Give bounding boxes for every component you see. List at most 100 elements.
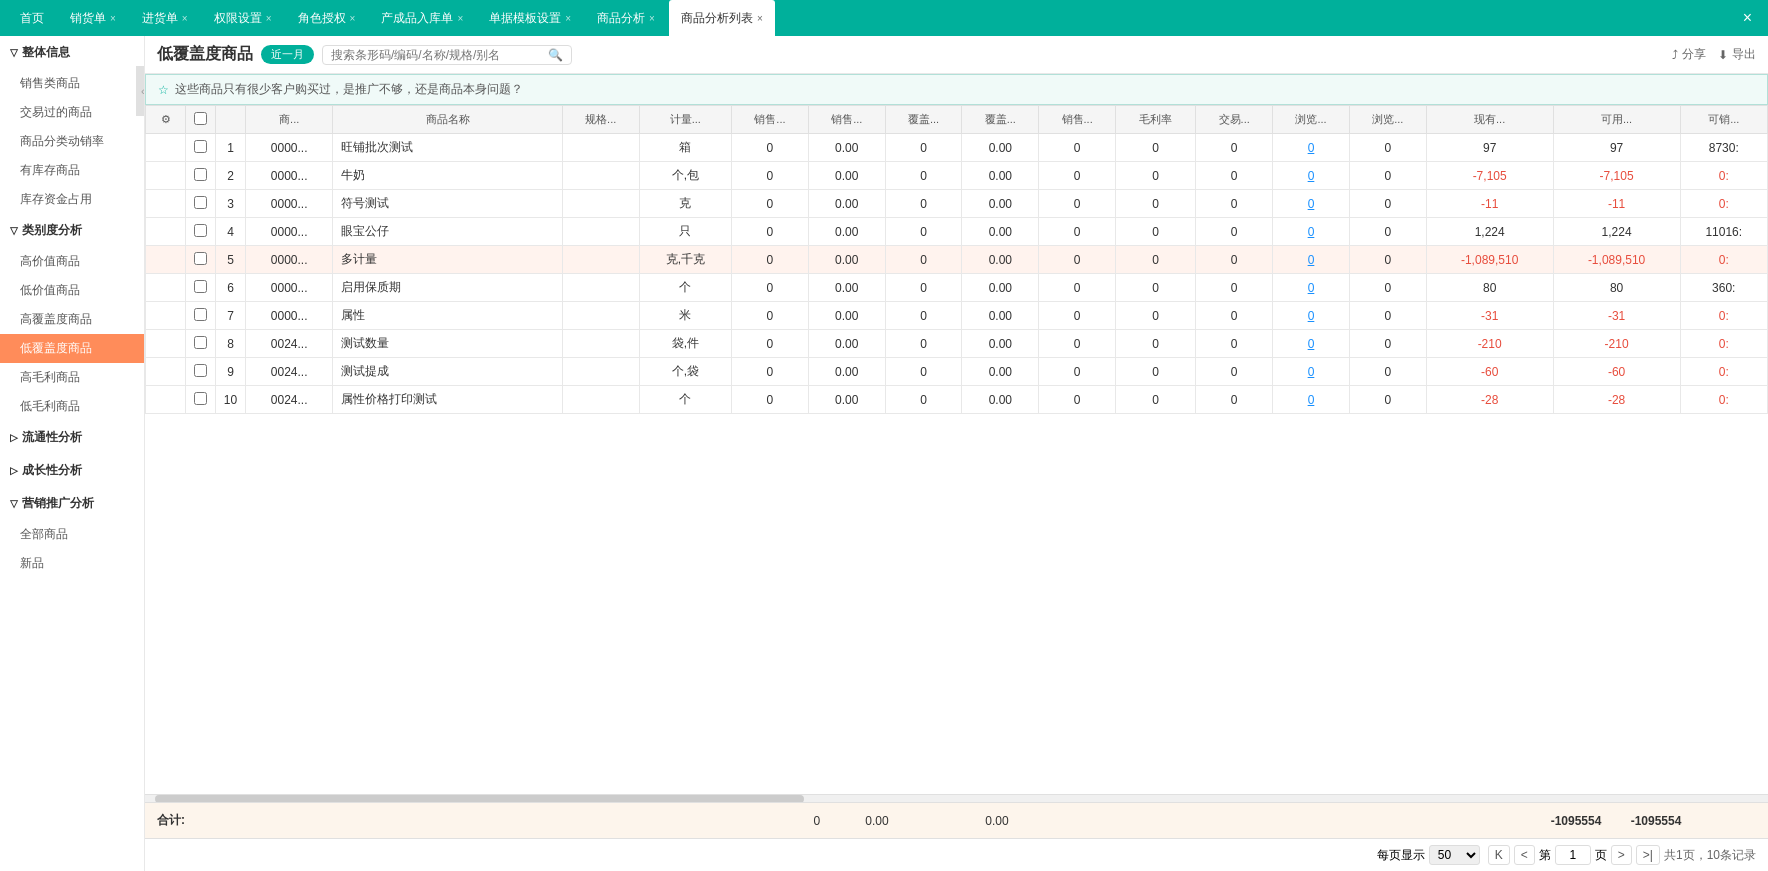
cell-checkbox[interactable] [186,302,216,330]
sidebar-section-growth[interactable]: ▷ 成长性分析 [0,454,144,487]
data-table-container[interactable]: ⚙ 商... 商品名称 规格... 计量... 销售... 销售... 覆盖..… [145,105,1768,794]
sidebar-section-liquidity[interactable]: ▷ 流通性分析 [0,421,144,454]
col-sellable-header[interactable]: 可销... [1680,106,1767,134]
row-checkbox[interactable] [194,168,207,181]
nav-home[interactable]: 首页 [8,0,56,36]
sidebar-item-low-margin[interactable]: 低毛利商品 [0,392,144,421]
cell-view1[interactable]: 0 [1273,246,1350,274]
row-checkbox[interactable] [194,308,207,321]
sidebar-item-category-rate[interactable]: 商品分类动销率 [0,127,144,156]
nav-warehouse-close[interactable]: × [457,13,463,24]
col-cover1-header[interactable]: 覆盖... [885,106,962,134]
cell-sellable: 0: [1680,190,1767,218]
nav-analysis[interactable]: 商品分析 × [585,0,667,36]
cell-checkbox[interactable] [186,358,216,386]
footer-available: -1095554 [1616,814,1696,828]
col-view2-header[interactable]: 浏览... [1349,106,1426,134]
sidebar-item-high-coverage[interactable]: 高覆盖度商品 [0,305,144,334]
row-checkbox[interactable] [194,280,207,293]
sidebar-item-sales-goods[interactable]: 销售类商品 [0,69,144,98]
nav-template-close[interactable]: × [565,13,571,24]
cell-view1[interactable]: 0 [1273,330,1350,358]
sidebar-section-category[interactable]: ▽ 类别度分析 [0,214,144,247]
cell-checkbox[interactable] [186,386,216,414]
nav-purchase-close[interactable]: × [182,13,188,24]
sidebar-collapse-btn[interactable]: « [136,66,145,116]
sidebar-section-marketing[interactable]: ▽ 营销推广分析 [0,487,144,520]
cell-view1[interactable]: 0 [1273,190,1350,218]
cell-checkbox[interactable] [186,134,216,162]
row-checkbox[interactable] [194,196,207,209]
sidebar-item-stocked-goods[interactable]: 有库存商品 [0,156,144,185]
row-checkbox[interactable] [194,140,207,153]
sidebar-item-high-value[interactable]: 高价值商品 [0,247,144,276]
col-sales3-header[interactable]: 销售... [1039,106,1116,134]
nav-permission-close[interactable]: × [266,13,272,24]
cell-view1[interactable]: 0 [1273,162,1350,190]
sidebar-item-all-goods[interactable]: 全部商品 [0,520,144,549]
row-checkbox[interactable] [194,364,207,377]
cell-checkbox[interactable] [186,162,216,190]
page-number-input[interactable] [1555,845,1591,865]
nav-warehouse[interactable]: 产成品入库单 × [369,0,475,36]
page-size-dropdown[interactable]: 50 20 100 [1429,845,1480,865]
cell-view1[interactable]: 0 [1273,302,1350,330]
select-all-checkbox[interactable] [194,112,207,125]
sidebar-item-low-value[interactable]: 低价值商品 [0,276,144,305]
cell-checkbox[interactable] [186,246,216,274]
export-button[interactable]: ⬇ 导出 [1718,46,1756,63]
sidebar-item-stock-capital[interactable]: 库存资金占用 [0,185,144,214]
row-checkbox[interactable] [194,392,207,405]
share-button[interactable]: ⤴ 分享 [1672,46,1706,63]
nav-role-close[interactable]: × [350,13,356,24]
cell-checkbox[interactable] [186,190,216,218]
nav-analysis-close[interactable]: × [649,13,655,24]
row-checkbox[interactable] [194,336,207,349]
col-sales-qty-header[interactable]: 销售... [732,106,809,134]
cell-view1[interactable]: 0 [1273,134,1350,162]
nav-analysis-list[interactable]: 商品分析列表 × [669,0,775,36]
cell-view1[interactable]: 0 [1273,386,1350,414]
sidebar-item-new-goods[interactable]: 新品 [0,549,144,578]
sidebar-item-high-margin[interactable]: 高毛利商品 [0,363,144,392]
nav-permission[interactable]: 权限设置 × [202,0,284,36]
col-name-header[interactable]: 商品名称 [333,106,562,134]
cell-view1[interactable]: 0 [1273,218,1350,246]
col-margin-header[interactable]: 毛利率 [1116,106,1196,134]
sidebar-section-general[interactable]: ▽ 整体信息 [0,36,144,69]
col-spec-header[interactable]: 规格... [562,106,639,134]
nav-analysis-list-close[interactable]: × [757,13,763,24]
nav-sales-close[interactable]: × [110,13,116,24]
scrollbar-track[interactable] [145,794,1768,802]
col-available-header[interactable]: 可用... [1553,106,1680,134]
nav-purchase[interactable]: 进货单 × [130,0,200,36]
prev-page-btn[interactable]: < [1514,845,1535,865]
col-stock-header[interactable]: 现有... [1426,106,1553,134]
col-trade-header[interactable]: 交易... [1196,106,1273,134]
row-checkbox[interactable] [194,252,207,265]
cell-checkbox[interactable] [186,274,216,302]
cell-code: 0024... [246,358,333,386]
row-checkbox[interactable] [194,224,207,237]
col-view1-header[interactable]: 浏览... [1273,106,1350,134]
nav-sales[interactable]: 销货单 × [58,0,128,36]
nav-close-all[interactable]: × [1735,9,1760,27]
nav-template[interactable]: 单据模板设置 × [477,0,583,36]
sidebar-item-traded-goods[interactable]: 交易过的商品 [0,98,144,127]
period-button[interactable]: 近一月 [261,45,314,64]
col-cover2-header[interactable]: 覆盖... [962,106,1039,134]
next-page-btn[interactable]: > [1611,845,1632,865]
col-code-header[interactable]: 商... [246,106,333,134]
cell-view1[interactable]: 0 [1273,358,1350,386]
search-input[interactable] [331,48,544,62]
first-page-btn[interactable]: K [1488,845,1510,865]
nav-role[interactable]: 角色授权 × [286,0,368,36]
sidebar-item-low-coverage[interactable]: 低覆盖度商品 [0,334,144,363]
cell-view1[interactable]: 0 [1273,274,1350,302]
last-page-btn[interactable]: >| [1636,845,1660,865]
col-settings[interactable]: ⚙ [146,106,186,134]
cell-checkbox[interactable] [186,330,216,358]
col-unit-header[interactable]: 计量... [639,106,731,134]
cell-checkbox[interactable] [186,218,216,246]
col-sales-amt-header[interactable]: 销售... [808,106,885,134]
